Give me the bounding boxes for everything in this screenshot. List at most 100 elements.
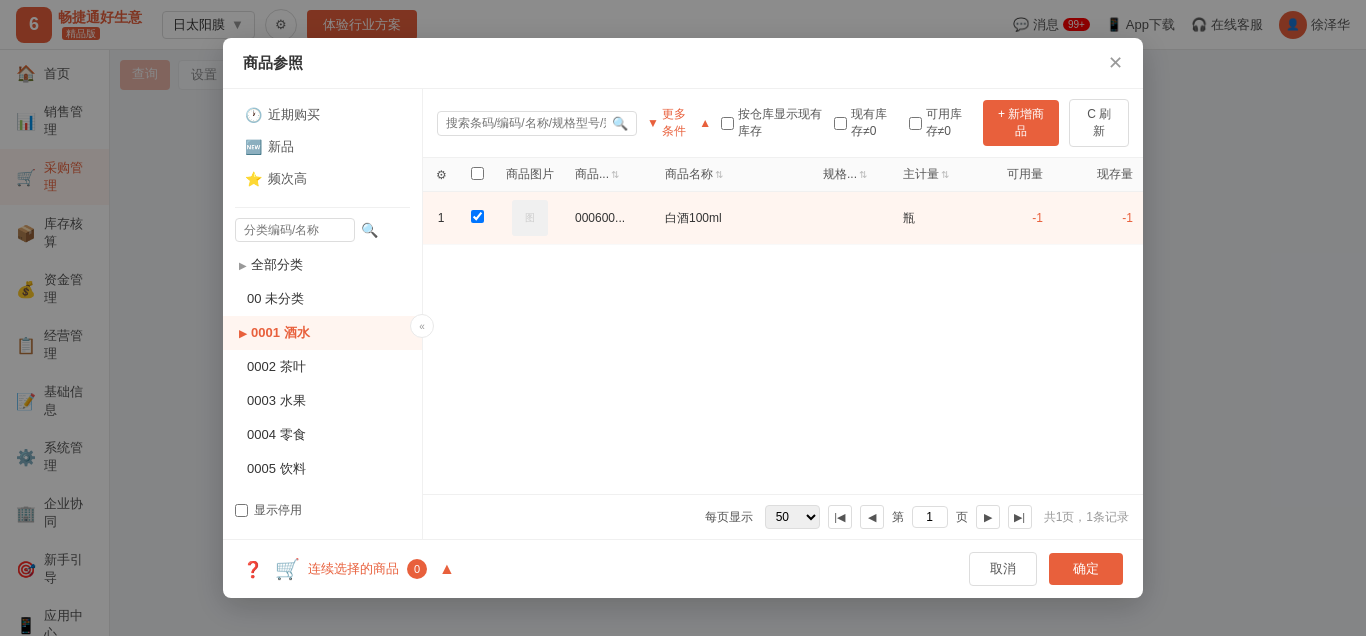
quick-label-frequent: 频次高 — [268, 170, 307, 188]
sort-icon-spec: ⇅ — [859, 169, 867, 180]
filter-avail-nonzero-text: 可用库存≠0 — [926, 106, 974, 140]
pagination: 每页显示 50 10 20 100 |◀ ◀ 第 页 — [423, 494, 1143, 539]
row-num: 1 — [423, 192, 459, 245]
filter-more-btn[interactable]: ▼ 更多条件 ▲ — [647, 106, 711, 140]
th-check[interactable] — [459, 158, 495, 192]
filter-bar: 🔍 ▼ 更多条件 ▲ 按仓库显示现有库存 — [423, 89, 1143, 158]
product-image: 图 — [512, 200, 548, 236]
quick-label-recent: 近期购买 — [268, 106, 320, 124]
th-avail: 可用量 — [963, 158, 1053, 192]
th-code-text: 商品... — [575, 166, 609, 183]
clock-icon: 🕐 — [245, 107, 262, 123]
filter-nonzero-text: 现有库存≠0 — [851, 106, 899, 140]
row-checkbox[interactable] — [471, 210, 484, 223]
row-unit: 瓶 — [893, 192, 963, 245]
cart-icon: 🛒 — [275, 557, 300, 581]
filter-more-label: 更多条件 — [662, 106, 696, 140]
quick-item-frequent[interactable]: ⭐ 频次高 — [235, 163, 410, 195]
cat-label-all: 全部分类 — [251, 256, 303, 274]
filter-avail-nonzero-checkbox[interactable] — [909, 117, 922, 130]
category-search-icon[interactable]: 🔍 — [361, 222, 378, 238]
product-search-input[interactable] — [446, 116, 606, 130]
cat-item-drink[interactable]: 0005 饮料 — [223, 452, 422, 486]
last-page-btn[interactable]: ▶| — [1008, 505, 1032, 529]
show-disabled-checkbox[interactable] — [235, 504, 248, 517]
dialog-footer: ❓ 🛒 连续选择的商品 0 ▲ 取消 确定 — [223, 539, 1143, 598]
filter-avail-nonzero-label[interactable]: 可用库存≠0 — [909, 106, 974, 140]
th-spec-text: 规格... — [823, 166, 857, 183]
product-reference-dialog: 商品参照 ✕ 🕐 近期购买 🆕 — [223, 38, 1143, 598]
filter-nonzero-label[interactable]: 现有库存≠0 — [834, 106, 899, 140]
cart-count: 0 — [407, 559, 427, 579]
cat-label-uncat: 00 未分类 — [247, 290, 304, 308]
filter-warehouse-label[interactable]: 按仓库显示现有库存 — [721, 106, 824, 140]
select-all-checkbox[interactable] — [471, 167, 484, 180]
page-suffix: 页 — [956, 509, 968, 526]
filter-nonzero-checkbox[interactable] — [834, 117, 847, 130]
cat-item-uncat[interactable]: 00 未分类 — [223, 282, 422, 316]
category-search-input[interactable] — [235, 218, 355, 242]
row-name: 白酒100ml — [655, 192, 813, 245]
dialog-left-panel: 🕐 近期购买 🆕 新品 ⭐ 频次高 — [223, 89, 423, 539]
collapse-footer-icon[interactable]: ▲ — [439, 560, 455, 578]
dialog-right-panel: 🔍 ▼ 更多条件 ▲ 按仓库显示现有库存 — [423, 89, 1143, 539]
cat-item-liquor[interactable]: ▶ 0001 酒水 — [223, 316, 422, 350]
cat-item-tea[interactable]: 0002 茶叶 — [223, 350, 422, 384]
cat-item-fruit[interactable]: 0003 水果 — [223, 384, 422, 418]
quick-label-new: 新品 — [268, 138, 294, 156]
th-img: 商品图片 — [495, 158, 565, 192]
th-stock: 现存量 — [1053, 158, 1143, 192]
quick-item-recent[interactable]: 🕐 近期购买 — [235, 99, 410, 131]
divider — [235, 207, 410, 208]
help-icon[interactable]: ❓ — [243, 560, 263, 579]
row-spec — [813, 192, 893, 245]
th-unit[interactable]: 主计量 ⇅ — [893, 158, 963, 192]
product-search-box: 🔍 — [437, 111, 637, 136]
star-icon: ⭐ — [245, 171, 262, 187]
row-avail: -1 — [963, 192, 1053, 245]
product-table-area: ⚙ 商品图片 商品... ⇅ — [423, 158, 1143, 494]
th-spec[interactable]: 规格... ⇅ — [813, 158, 893, 192]
sort-icon-unit: ⇅ — [941, 169, 949, 180]
confirm-btn[interactable]: 确定 — [1049, 553, 1123, 585]
main-layout: 🏠 首页 📊 销售管理 🛒 采购管理 📦 库存核算 💰 资金管理 📋 经营管理 … — [0, 50, 1366, 636]
modal-overlay: 商品参照 ✕ 🕐 近期购买 🆕 — [0, 0, 1366, 636]
row-check[interactable] — [459, 192, 495, 245]
next-page-btn[interactable]: ▶ — [976, 505, 1000, 529]
cat-label-tea: 0002 茶叶 — [247, 358, 306, 376]
quick-access: 🕐 近期购买 🆕 新品 ⭐ 频次高 — [223, 99, 422, 203]
add-product-btn[interactable]: + 新增商品 — [983, 100, 1059, 146]
search-icon[interactable]: 🔍 — [612, 116, 628, 131]
new-icon: 🆕 — [245, 139, 262, 155]
per-page-select[interactable]: 50 10 20 100 — [765, 505, 820, 529]
category-list: ▶ 全部分类 00 未分类 ▶ 0001 酒水 0002 茶 — [223, 248, 422, 492]
cancel-btn[interactable]: 取消 — [969, 552, 1037, 586]
chevron-up-icon: ▲ — [699, 116, 711, 130]
collapse-panel-btn[interactable]: « — [410, 314, 434, 338]
dialog-header: 商品参照 ✕ — [223, 38, 1143, 89]
prev-page-btn[interactable]: ◀ — [860, 505, 884, 529]
cart-area[interactable]: 🛒 连续选择的商品 0 — [275, 557, 427, 581]
category-search-row: 🔍 — [223, 212, 422, 248]
cat-item-all[interactable]: ▶ 全部分类 — [223, 248, 422, 282]
product-table: ⚙ 商品图片 商品... ⇅ — [423, 158, 1143, 245]
page-number-input[interactable] — [912, 506, 948, 528]
cat-label-liquor: 0001 酒水 — [251, 324, 310, 342]
table-row[interactable]: 1 图 000600... 白酒100ml 瓶 — [423, 192, 1143, 245]
refresh-btn[interactable]: C 刷新 — [1069, 99, 1129, 147]
cat-arrow-liquor: ▶ — [239, 328, 247, 339]
th-code[interactable]: 商品... ⇅ — [565, 158, 655, 192]
cart-label: 连续选择的商品 — [308, 560, 399, 578]
filter-warehouse-checkbox[interactable] — [721, 117, 734, 130]
th-settings[interactable]: ⚙ — [423, 158, 459, 192]
content-area: 查询 设置 商品参照 ✕ — [110, 50, 1366, 636]
filter-warehouse-text: 按仓库显示现有库存 — [738, 106, 824, 140]
quick-item-new[interactable]: 🆕 新品 — [235, 131, 410, 163]
row-stock: -1 — [1053, 192, 1143, 245]
show-disabled-label: 显示停用 — [254, 502, 302, 519]
th-name[interactable]: 商品名称 ⇅ — [655, 158, 813, 192]
first-page-btn[interactable]: |◀ — [828, 505, 852, 529]
cat-label-drink: 0005 饮料 — [247, 460, 306, 478]
close-icon[interactable]: ✕ — [1108, 52, 1123, 74]
cat-item-snack[interactable]: 0004 零食 — [223, 418, 422, 452]
